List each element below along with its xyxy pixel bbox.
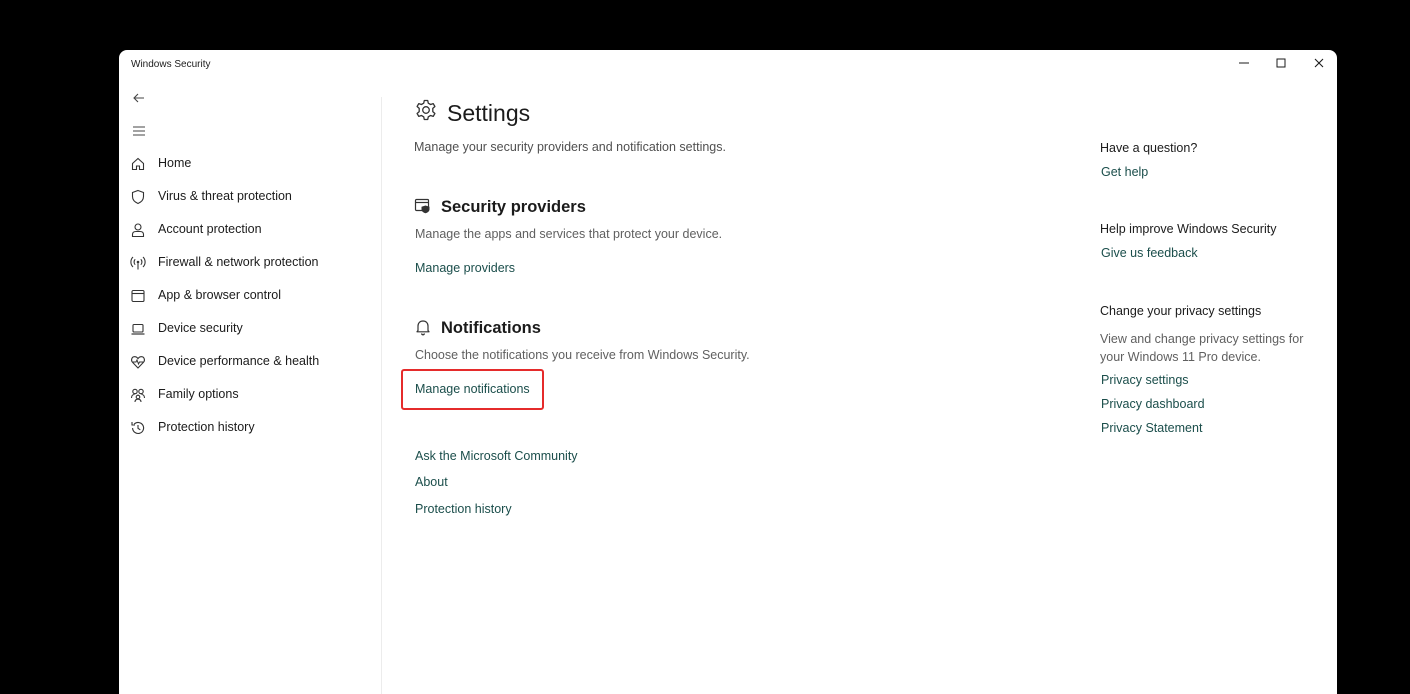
get-help-link[interactable]: Get help (1101, 165, 1148, 179)
manage-notifications-link[interactable]: Manage notifications (415, 382, 530, 396)
laptop-icon (131, 323, 145, 335)
sidebar-item-family[interactable]: Family options (119, 380, 381, 410)
sidebar-item-firewall[interactable]: Firewall & network protection (119, 248, 381, 278)
sidebar-item-home[interactable]: Home (119, 149, 381, 179)
sidebar-item-label: Device security (158, 321, 243, 335)
sidebar-item-label: Account protection (158, 222, 262, 236)
menu-button[interactable] (129, 121, 149, 141)
notifications-description: Choose the notifications you receive fro… (415, 348, 750, 362)
privacy-statement-link[interactable]: Privacy Statement (1101, 421, 1202, 435)
ask-community-link[interactable]: Ask the Microsoft Community (415, 449, 578, 463)
sidebar: Home Virus & threat protection Account p… (119, 80, 381, 694)
maximize-button[interactable] (1262, 50, 1300, 76)
main-content: Settings Manage your security providers … (382, 80, 1337, 694)
sidebar-item-device-performance[interactable]: Device performance & health (119, 347, 381, 377)
sidebar-item-virus-threat[interactable]: Virus & threat protection (119, 182, 381, 212)
minimize-icon (1239, 62, 1249, 64)
sidebar-item-label: Protection history (158, 420, 255, 434)
gear-icon (416, 99, 436, 121)
history-icon (131, 421, 145, 434)
privacy-dashboard-link[interactable]: Privacy dashboard (1101, 397, 1205, 411)
security-providers-title: Security providers (441, 198, 586, 216)
page-subtitle: Manage your security providers and notif… (414, 140, 726, 154)
maximize-icon (1276, 58, 1286, 68)
shield-icon (131, 189, 145, 205)
person-icon (131, 223, 145, 238)
page-title: Settings (447, 100, 531, 126)
bell-icon (416, 320, 430, 336)
sidebar-item-label: Device performance & health (158, 354, 320, 368)
minimize-button[interactable] (1225, 50, 1263, 76)
sidebar-item-app-browser[interactable]: App & browser control (119, 281, 381, 311)
protection-history-link[interactable]: Protection history (415, 502, 512, 516)
heart-pulse-icon (131, 356, 145, 369)
privacy-description: View and change privacy settings for you… (1100, 332, 1304, 364)
privacy-heading: Change your privacy settings (1100, 304, 1262, 318)
antenna-icon (130, 256, 146, 270)
sidebar-item-label: Home (158, 156, 192, 170)
close-button[interactable] (1300, 50, 1337, 76)
back-arrow-icon (133, 93, 144, 103)
sidebar-item-account[interactable]: Account protection (119, 215, 381, 245)
privacy-settings-link[interactable]: Privacy settings (1101, 373, 1189, 387)
back-button[interactable] (129, 88, 149, 108)
help-improve-heading: Help improve Windows Security (1100, 222, 1277, 236)
close-icon (1314, 58, 1324, 68)
sidebar-item-label: Virus & threat protection (158, 189, 292, 203)
feedback-link[interactable]: Give us feedback (1101, 246, 1198, 260)
sidebar-item-protection-history[interactable]: Protection history (119, 413, 381, 443)
have-question-heading: Have a question? (1100, 141, 1198, 155)
sidebar-item-device-security[interactable]: Device security (119, 314, 381, 344)
hamburger-icon (133, 126, 145, 136)
home-icon (131, 157, 145, 171)
security-providers-description: Manage the apps and services that protec… (415, 227, 723, 241)
title-bar[interactable]: Windows Security (119, 50, 1337, 80)
family-icon (130, 388, 146, 403)
security-providers-icon (414, 198, 430, 214)
sidebar-item-label: Firewall & network protection (158, 255, 319, 269)
manage-providers-link[interactable]: Manage providers (415, 261, 515, 275)
sidebar-item-label: App & browser control (158, 288, 281, 302)
about-link[interactable]: About (415, 475, 448, 489)
sidebar-item-label: Family options (158, 387, 239, 401)
browser-window-icon (131, 289, 145, 303)
windows-security-window: Windows Security Home Virus & threat pro… (119, 50, 1337, 694)
notifications-title: Notifications (441, 319, 541, 337)
window-title: Windows Security (131, 59, 211, 70)
